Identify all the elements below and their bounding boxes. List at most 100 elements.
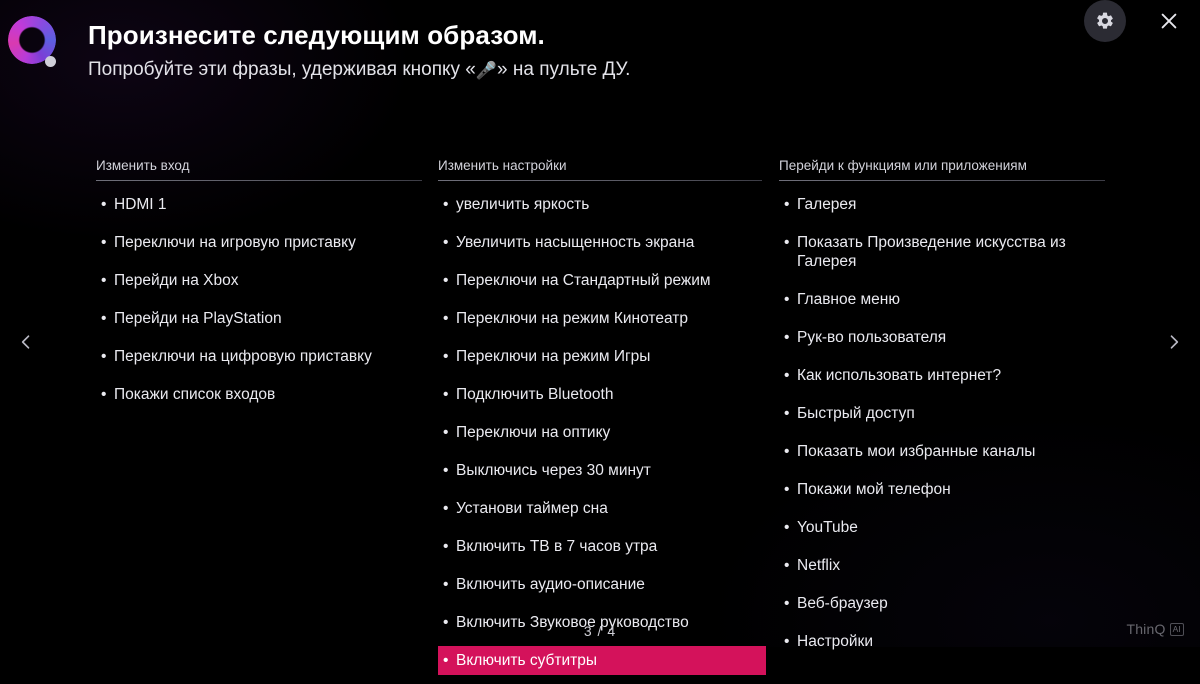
bullet-icon: • bbox=[443, 272, 449, 289]
column-change-input: Изменить вход • HDMI 1 • Переключи на игро… bbox=[96, 158, 422, 418]
bullet-icon: • bbox=[101, 310, 107, 327]
header-bar: Произнесите следующим образом. Попробуйт… bbox=[0, 0, 1200, 110]
bullet-icon: • bbox=[443, 234, 449, 251]
column-go-to-features: Перейди к функциям или приложениям • Гале… bbox=[779, 158, 1105, 665]
phrase-list: • Галерея • Показать Произведение искусств… bbox=[779, 190, 1105, 656]
list-item-label: Переключи на оптику bbox=[456, 424, 611, 441]
list-item[interactable]: • Переключи на оптику bbox=[438, 418, 762, 447]
page-subtitle: Попробуйте эти фразы, удерживая кнопку «… bbox=[88, 59, 630, 81]
phrase-list: • HDMI 1 • Переключи на игровую приставку … bbox=[96, 190, 422, 409]
list-item-label: Рук-во пользователя bbox=[797, 329, 947, 346]
list-item[interactable]: • Установи таймер сна bbox=[438, 494, 762, 523]
list-item-label: Включить субтитры bbox=[456, 652, 598, 669]
bullet-icon: • bbox=[443, 196, 449, 213]
bullet-icon: • bbox=[784, 443, 790, 460]
page-title: Произнесите следующим образом. bbox=[88, 20, 545, 50]
list-item[interactable]: • Покажи мой телефон bbox=[779, 475, 1105, 504]
column-divider bbox=[438, 180, 762, 181]
bullet-icon: • bbox=[443, 652, 449, 669]
bullet-icon: • bbox=[443, 310, 449, 327]
bullet-icon: • bbox=[101, 348, 107, 365]
list-item[interactable]: • Перейди на Xbox bbox=[96, 266, 422, 295]
list-item[interactable]: • Рук-во пользователя bbox=[779, 323, 1105, 352]
list-item-label: Выключись через 30 минут bbox=[456, 462, 651, 479]
list-item-label: Переключи на режим Кинотеатр bbox=[456, 310, 688, 327]
bullet-icon: • bbox=[784, 367, 790, 384]
phrase-list: • увеличить яркость • Увеличить насыщеннос… bbox=[438, 190, 766, 675]
list-item[interactable]: • Подключить Bluetooth bbox=[438, 380, 762, 409]
list-item[interactable]: • YouTube bbox=[779, 513, 1105, 542]
list-item-label: Переключи на игровую приставку bbox=[114, 234, 356, 251]
list-item-label: Netflix bbox=[797, 557, 841, 574]
list-item[interactable]: • Выключись через 30 минут bbox=[438, 456, 762, 485]
list-item[interactable]: • Переключи на режим Кинотеатр bbox=[438, 304, 762, 333]
list-item[interactable]: • Переключи на режим Игры bbox=[438, 342, 762, 371]
bullet-icon: • bbox=[443, 500, 449, 517]
list-item-label: увеличить яркость bbox=[456, 196, 590, 213]
list-item[interactable]: • Галерея bbox=[779, 190, 1105, 219]
column-header: Перейди к функциям или приложениям bbox=[779, 158, 1027, 173]
close-icon bbox=[1161, 13, 1177, 29]
bullet-icon: • bbox=[101, 272, 107, 289]
list-item-label: Главное меню bbox=[797, 291, 900, 308]
column-change-settings: Изменить настройки • увеличить яркость • У… bbox=[438, 158, 766, 684]
list-item[interactable]: • Веб-браузер bbox=[779, 589, 1105, 618]
phrase-columns: Изменить вход • HDMI 1 • Переключи на игро… bbox=[0, 158, 1200, 675]
thinq-brand-text: ThinQ bbox=[1126, 621, 1166, 637]
subtitle-text-after: » на пульте ДУ. bbox=[497, 59, 631, 80]
list-item[interactable]: • Netflix bbox=[779, 551, 1105, 580]
bullet-icon: • bbox=[443, 462, 449, 479]
bullet-icon: • bbox=[443, 348, 449, 365]
bullet-icon: • bbox=[101, 234, 107, 251]
list-item-label: Переключи на цифровую приставку bbox=[114, 348, 372, 365]
list-item[interactable]: • Включить аудио-описание bbox=[438, 570, 762, 599]
list-item-label: Переключи на Стандартный режим bbox=[456, 272, 711, 289]
list-item-label: Показать Произведение искусства из Галер… bbox=[797, 234, 1066, 270]
settings-button[interactable] bbox=[1084, 0, 1126, 42]
page-indicator: 3 / 4 bbox=[583, 623, 617, 639]
ai-assistant-logo bbox=[8, 16, 70, 78]
list-item-selected[interactable]: • Включить субтитры bbox=[438, 646, 766, 675]
list-item[interactable]: • Переключи на Стандартный режим bbox=[438, 266, 762, 295]
list-item-label: Перейди на Xbox bbox=[114, 272, 239, 289]
list-item-label: Показать мои избранные каналы bbox=[797, 443, 1036, 460]
bullet-icon: • bbox=[784, 405, 790, 422]
list-item-label: Включить ТВ в 7 часов утра bbox=[456, 538, 658, 555]
bullet-icon: • bbox=[784, 557, 790, 574]
bullet-icon: • bbox=[443, 386, 449, 403]
list-item-label: Включить аудио-описание bbox=[456, 576, 645, 593]
bullet-icon: • bbox=[443, 538, 449, 555]
list-item-label: Быстрый доступ bbox=[797, 405, 915, 422]
list-item[interactable]: • Главное меню bbox=[779, 285, 1105, 314]
list-item-label: Переключи на режим Игры bbox=[456, 348, 651, 365]
bullet-icon: • bbox=[101, 386, 107, 403]
close-button[interactable] bbox=[1152, 4, 1186, 38]
bullet-icon: • bbox=[101, 196, 107, 213]
list-item[interactable]: • Включить ТВ в 7 часов утра bbox=[438, 532, 762, 561]
bullet-icon: • bbox=[784, 291, 790, 308]
list-item[interactable]: • Увеличить насыщенность экрана bbox=[438, 228, 762, 257]
list-item-label: Галерея bbox=[797, 196, 857, 213]
ai-badge: AI bbox=[1169, 622, 1184, 636]
bullet-icon: • bbox=[443, 576, 449, 593]
list-item-label: YouTube bbox=[797, 519, 858, 536]
list-item[interactable]: • HDMI 1 bbox=[96, 190, 422, 219]
logo-dot-icon bbox=[45, 56, 56, 67]
list-item[interactable]: • Показать мои избранные каналы bbox=[779, 437, 1105, 466]
list-item[interactable]: • Переключи на цифровую приставку bbox=[96, 342, 422, 371]
list-item[interactable]: • Покажи список входов bbox=[96, 380, 422, 409]
thinq-brand-logo: ThinQ AI bbox=[1126, 621, 1184, 637]
list-item[interactable]: • Быстрый доступ bbox=[779, 399, 1105, 428]
bullet-icon: • bbox=[784, 234, 790, 251]
list-item[interactable]: • Переключи на игровую приставку bbox=[96, 228, 422, 257]
bullet-icon: • bbox=[784, 519, 790, 536]
list-item[interactable]: • Перейди на PlayStation bbox=[96, 304, 422, 333]
column-divider bbox=[779, 180, 1105, 181]
list-item[interactable]: • увеличить яркость bbox=[438, 190, 762, 219]
list-item-label: Как использовать интернет? bbox=[797, 367, 1002, 384]
list-item-label: Перейди на PlayStation bbox=[114, 310, 282, 327]
list-item-label: HDMI 1 bbox=[114, 196, 167, 213]
list-item[interactable]: • Показать Произведение искусства из Гале… bbox=[779, 228, 1105, 276]
list-item[interactable]: • Как использовать интернет? bbox=[779, 361, 1105, 390]
subtitle-text-before: Попробуйте эти фразы, удерживая кнопку « bbox=[88, 59, 476, 80]
